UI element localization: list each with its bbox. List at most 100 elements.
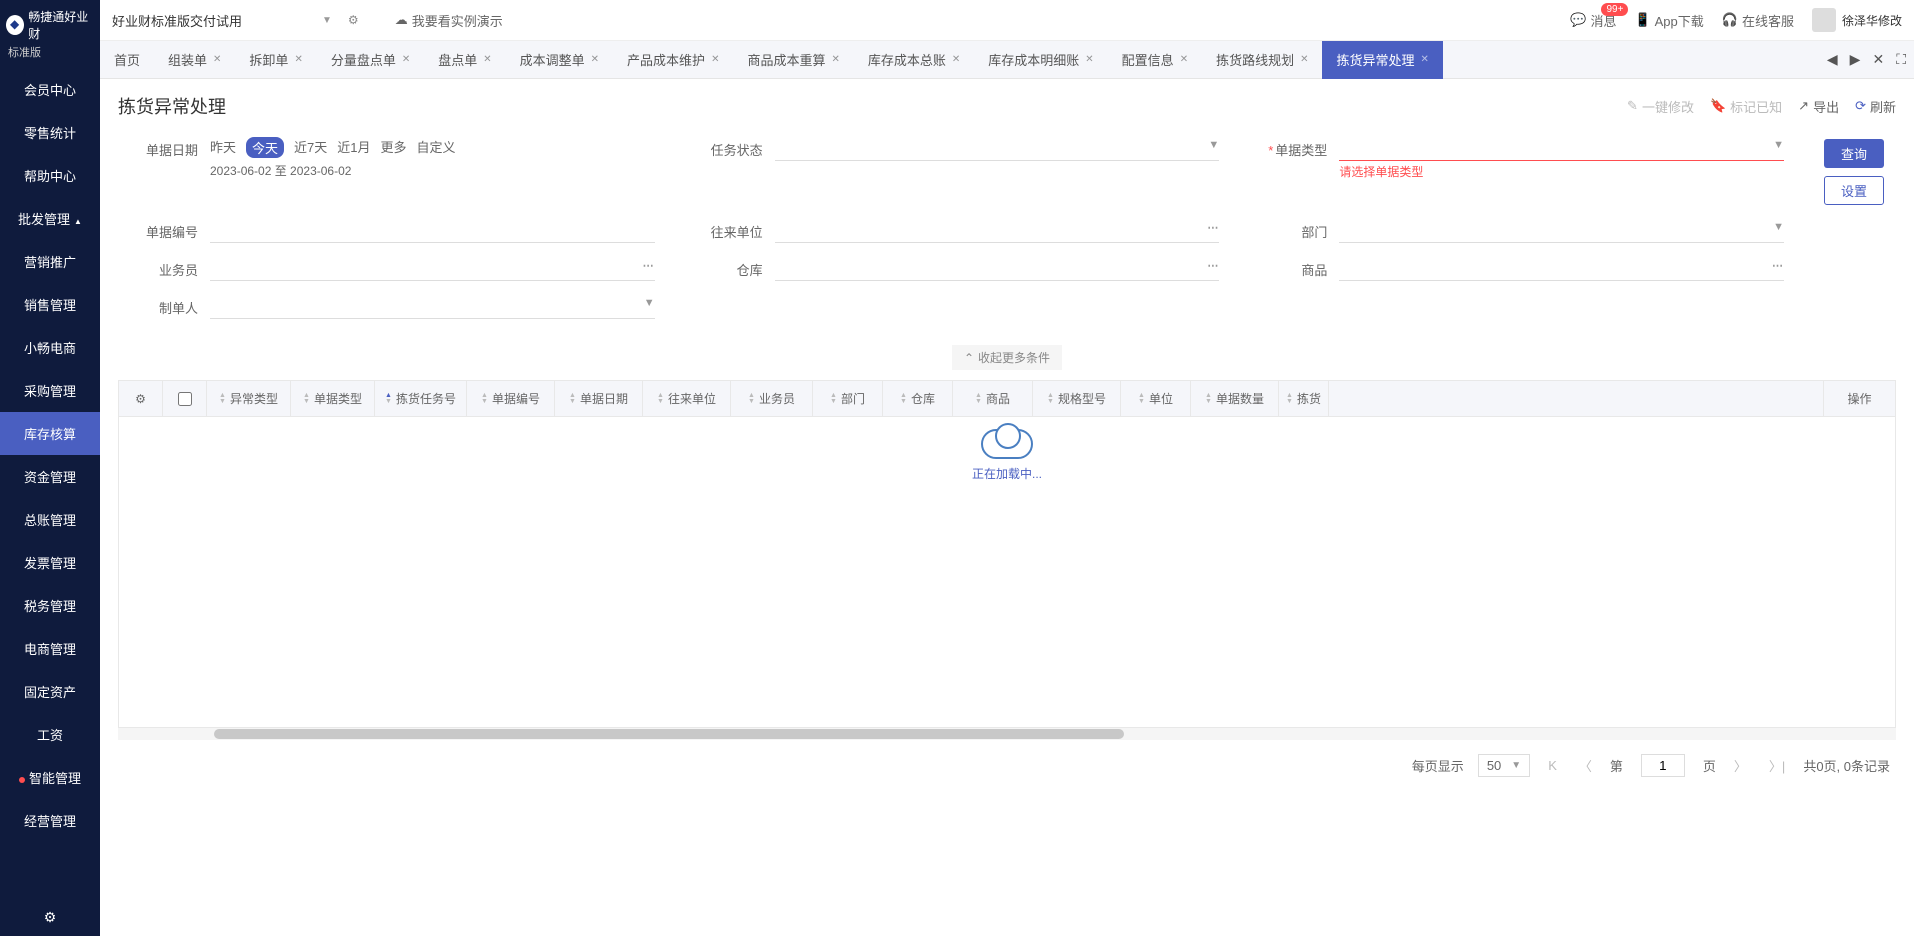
tab-close-icon[interactable]: ✕ xyxy=(1085,54,1093,65)
tab-close-all-icon[interactable]: ✕ xyxy=(1872,51,1884,68)
topbar-settings-icon[interactable]: ⚙ xyxy=(348,13,359,27)
sidebar-settings-icon[interactable]: ⚙ xyxy=(44,909,57,925)
tab-close-icon[interactable]: ✕ xyxy=(294,54,302,65)
sidebar-item-0[interactable]: 会员中心 xyxy=(0,68,100,111)
column-header-8[interactable]: ▲▼仓库 xyxy=(883,381,953,416)
next-page-button[interactable]: 〉 xyxy=(1730,756,1751,775)
column-header-11[interactable]: ▲▼单位 xyxy=(1121,381,1191,416)
tab-close-icon[interactable]: ✕ xyxy=(831,54,839,65)
column-header-13[interactable]: ▲▼拣货 xyxy=(1279,381,1329,416)
table-settings-column[interactable]: ⚙ xyxy=(119,381,163,416)
date-preset-近7天[interactable]: 近7天 xyxy=(294,137,327,158)
doc-type-select[interactable]: ▼ xyxy=(1339,137,1784,161)
sidebar-item-17[interactable]: 经营管理 xyxy=(0,799,100,842)
scrollbar-thumb[interactable] xyxy=(214,729,1124,739)
column-header-0[interactable]: ▲▼异常类型 xyxy=(207,381,291,416)
select-all-checkbox[interactable] xyxy=(178,392,192,406)
tab-close-icon[interactable]: ✕ xyxy=(213,54,221,65)
select-all-column[interactable] xyxy=(163,381,207,416)
more-icon[interactable]: ⋯ xyxy=(643,259,655,272)
tab-6[interactable]: 产品成本维护✕ xyxy=(613,41,733,79)
sidebar-item-5[interactable]: 销售管理 xyxy=(0,283,100,326)
tab-2[interactable]: 拆卸单✕ xyxy=(235,41,316,79)
tab-close-icon[interactable]: ✕ xyxy=(591,54,599,65)
collapse-filters-button[interactable]: ⌃ 收起更多条件 xyxy=(952,345,1062,370)
page-input[interactable] xyxy=(1641,754,1685,777)
tab-8[interactable]: 库存成本总账✕ xyxy=(854,41,974,79)
fullscreen-icon[interactable]: ⛶ xyxy=(1896,51,1906,68)
demo-link[interactable]: ☁ 我要看实例演示 xyxy=(395,11,503,30)
tab-7[interactable]: 商品成本重算✕ xyxy=(733,41,853,79)
sidebar-item-6[interactable]: 小畅电商 xyxy=(0,326,100,369)
sidebar-item-16[interactable]: 智能管理 xyxy=(0,756,100,799)
last-page-button[interactable]: 〉| xyxy=(1765,756,1789,775)
sidebar-item-1[interactable]: 零售统计 xyxy=(0,111,100,154)
more-icon[interactable]: ⋯ xyxy=(1772,259,1784,272)
more-icon[interactable]: ⋯ xyxy=(1207,221,1219,234)
sidebar-item-13[interactable]: 电商管理 xyxy=(0,627,100,670)
prev-page-button[interactable]: 〈 xyxy=(1575,756,1596,775)
product-input[interactable]: ⋯ xyxy=(1339,257,1784,281)
sidebar-item-11[interactable]: 发票管理 xyxy=(0,541,100,584)
tab-close-icon[interactable]: ✕ xyxy=(1421,54,1429,65)
sidebar-item-3[interactable]: 批发管理 xyxy=(0,197,100,240)
tab-scroll-right-icon[interactable]: ▶ xyxy=(1850,51,1861,68)
tab-12[interactable]: 拣货异常处理✕ xyxy=(1322,41,1442,79)
more-icon[interactable]: ⋯ xyxy=(1207,259,1219,272)
column-header-4[interactable]: ▲▼单据日期 xyxy=(555,381,643,416)
sidebar-item-10[interactable]: 总账管理 xyxy=(0,498,100,541)
tab-close-icon[interactable]: ✕ xyxy=(1300,54,1308,65)
sidebar-item-4[interactable]: 营销推广 xyxy=(0,240,100,283)
date-preset-近1月[interactable]: 近1月 xyxy=(337,137,370,158)
tab-3[interactable]: 分量盘点单✕ xyxy=(317,41,424,79)
date-preset-昨天[interactable]: 昨天 xyxy=(210,137,236,158)
tab-close-icon[interactable]: ✕ xyxy=(1180,54,1188,65)
column-header-5[interactable]: ▲▼往来单位 xyxy=(643,381,731,416)
tab-0[interactable]: 首页 xyxy=(100,41,154,79)
product-selector[interactable]: 好业财标准版交付试用 ▼ xyxy=(112,11,332,30)
dept-select[interactable]: ▼ xyxy=(1339,219,1784,243)
column-header-9[interactable]: ▲▼商品 xyxy=(953,381,1033,416)
user-menu[interactable]: 徐泽华修改 xyxy=(1812,8,1902,32)
sidebar-item-12[interactable]: 税务管理 xyxy=(0,584,100,627)
support-button[interactable]: 🎧 在线客服 xyxy=(1722,11,1794,30)
sidebar-item-2[interactable]: 帮助中心 xyxy=(0,154,100,197)
tab-close-icon[interactable]: ✕ xyxy=(952,54,960,65)
column-header-3[interactable]: ▲▼单据编号 xyxy=(467,381,555,416)
app-download-button[interactable]: 📱 App下载 xyxy=(1634,11,1703,30)
tab-9[interactable]: 库存成本明细账✕ xyxy=(974,41,1107,79)
column-header-6[interactable]: ▲▼业务员 xyxy=(731,381,813,416)
tab-10[interactable]: 配置信息✕ xyxy=(1108,41,1202,79)
column-header-12[interactable]: ▲▼单据数量 xyxy=(1191,381,1279,416)
date-preset-自定义[interactable]: 自定义 xyxy=(417,137,456,158)
warehouse-input[interactable]: ⋯ xyxy=(775,257,1220,281)
tab-1[interactable]: 组装单✕ xyxy=(154,41,235,79)
tab-5[interactable]: 成本调整单✕ xyxy=(506,41,613,79)
sidebar-item-14[interactable]: 固定资产 xyxy=(0,670,100,713)
tab-4[interactable]: 盘点单✕ xyxy=(424,41,505,79)
task-status-select[interactable]: ▼ xyxy=(775,137,1220,161)
horizontal-scrollbar[interactable] xyxy=(118,728,1896,740)
tab-close-icon[interactable]: ✕ xyxy=(402,54,410,65)
sidebar-item-7[interactable]: 采购管理 xyxy=(0,369,100,412)
date-preset-更多[interactable]: 更多 xyxy=(381,137,407,158)
creator-select[interactable]: ▼ xyxy=(210,295,655,319)
date-preset-今天[interactable]: 今天 xyxy=(246,137,284,158)
sales-input[interactable]: ⋯ xyxy=(210,257,655,281)
tab-11[interactable]: 拣货路线规划✕ xyxy=(1202,41,1322,79)
tab-close-icon[interactable]: ✕ xyxy=(711,54,719,65)
messages-button[interactable]: 💬 消息 99+ xyxy=(1570,11,1616,30)
column-header-1[interactable]: ▲▼单据类型 xyxy=(291,381,375,416)
tab-scroll-left-icon[interactable]: ◀ xyxy=(1827,51,1838,68)
refresh-button[interactable]: ⟳ 刷新 xyxy=(1855,97,1896,116)
partner-input[interactable]: ⋯ xyxy=(775,219,1220,243)
export-button[interactable]: ↗ 导出 xyxy=(1798,97,1839,116)
first-page-button[interactable]: K xyxy=(1544,758,1561,773)
sidebar-item-9[interactable]: 资金管理 xyxy=(0,455,100,498)
column-header-7[interactable]: ▲▼部门 xyxy=(813,381,883,416)
query-button[interactable]: 查询 xyxy=(1824,139,1884,168)
column-header-10[interactable]: ▲▼规格型号 xyxy=(1033,381,1121,416)
tab-close-icon[interactable]: ✕ xyxy=(483,54,491,65)
sidebar-item-15[interactable]: 工资 xyxy=(0,713,100,756)
doc-no-input[interactable] xyxy=(210,219,655,243)
